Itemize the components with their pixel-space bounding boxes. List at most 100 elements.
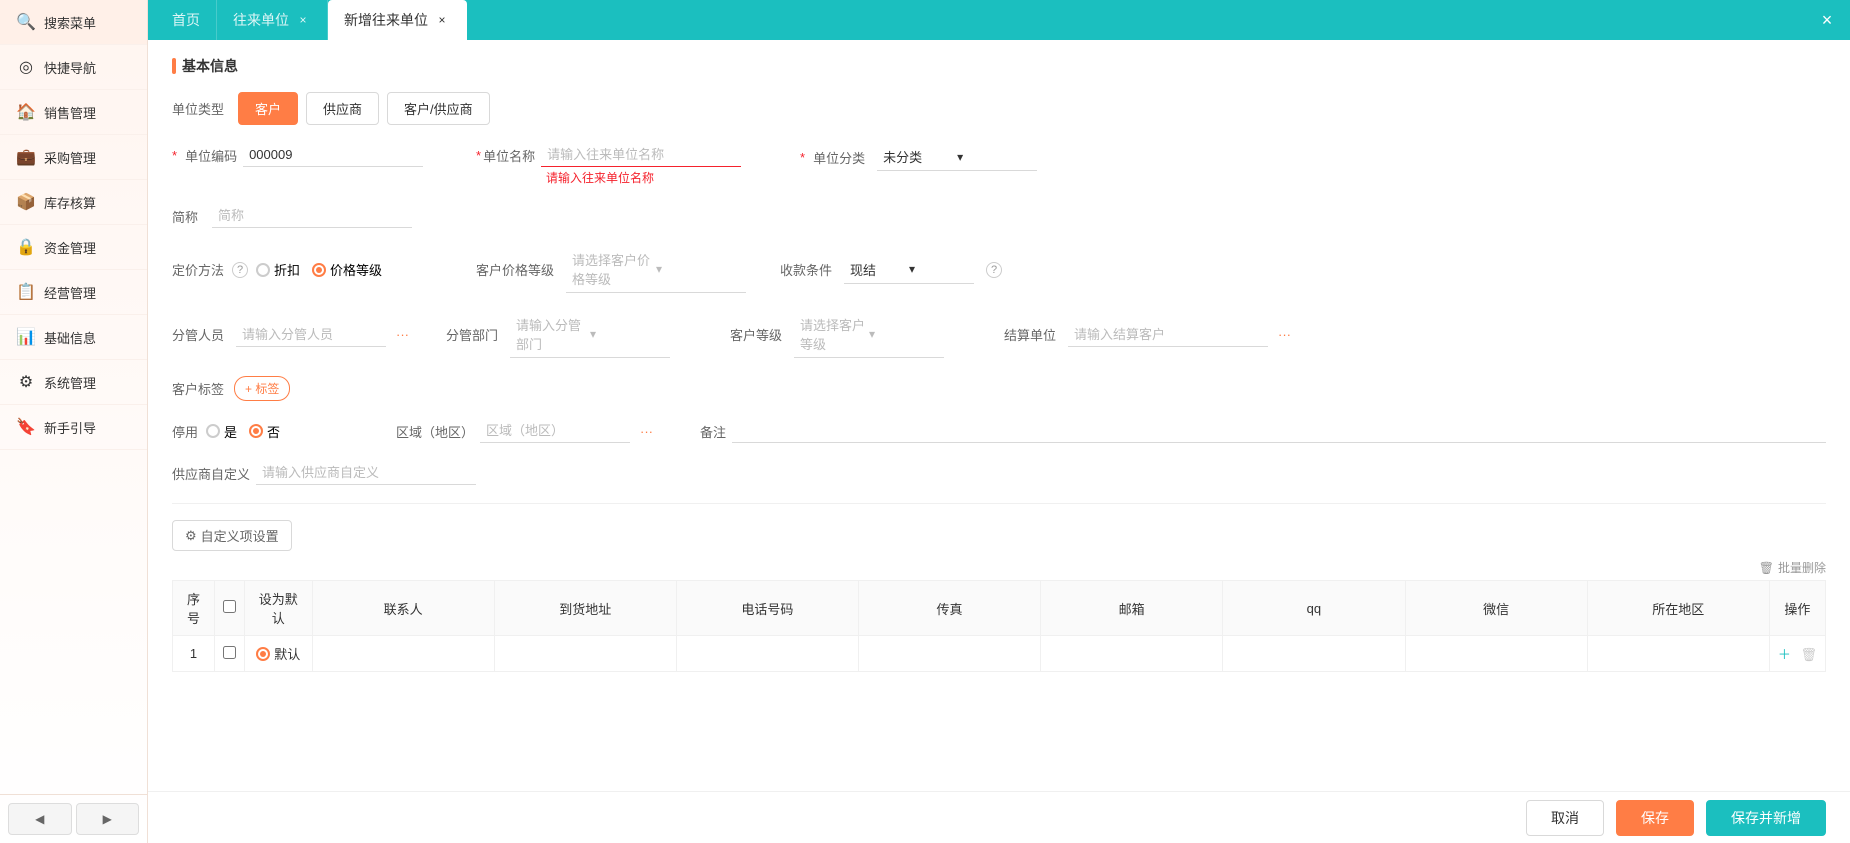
payment-terms-select[interactable]: 现结 ▾ [844, 256, 974, 284]
disable-no[interactable]: 否 [249, 422, 280, 441]
batch-delete-btn[interactable]: 🗑 批量删除 [1759, 559, 1826, 576]
sidebar-label-management: 经营管理 [44, 283, 96, 302]
email-input[interactable] [1049, 646, 1214, 661]
save-new-button[interactable]: 保存并新增 [1706, 800, 1826, 836]
sidebar-label-system: 系统管理 [44, 373, 96, 392]
cell-address[interactable] [494, 636, 676, 672]
unit-type-customer[interactable]: 客户 [238, 92, 298, 125]
disable-yes[interactable]: 是 [206, 422, 237, 441]
default-radio-item[interactable]: 默认 [253, 644, 303, 663]
wechat-input[interactable] [1414, 646, 1579, 661]
select-all-checkbox[interactable] [223, 600, 236, 613]
save-button[interactable]: 保存 [1616, 800, 1694, 836]
cell-phone[interactable] [676, 636, 858, 672]
unit-code-field: * 单位编码 [172, 143, 452, 167]
settlement-unit-more[interactable]: ··· [1274, 325, 1295, 344]
unit-category-select[interactable]: 未分类 ▾ [877, 143, 1037, 171]
fax-input[interactable] [867, 646, 1032, 661]
row-checkbox[interactable] [223, 646, 236, 659]
cell-action[interactable]: ＋ 🗑 [1769, 636, 1825, 672]
tab-partner-close[interactable]: × [295, 12, 311, 28]
disable-yes-radio[interactable] [206, 424, 220, 438]
col-fax: 传真 [858, 581, 1040, 636]
sidebar-item-management[interactable]: 📋 经营管理 [0, 270, 147, 315]
cell-fax[interactable] [858, 636, 1040, 672]
disable-no-radio[interactable] [249, 424, 263, 438]
default-radio[interactable] [256, 647, 270, 661]
pricing-discount-radio[interactable] [256, 263, 270, 277]
tab-new-partner[interactable]: 新增往来单位 × [328, 0, 467, 40]
cell-wechat[interactable] [1405, 636, 1587, 672]
sidebar-bottom-right[interactable]: ▶ [76, 803, 140, 835]
region-input[interactable] [480, 419, 630, 443]
customer-price-level-chevron: ▾ [656, 262, 740, 276]
sidebar-item-basic-info[interactable]: 📊 基础信息 [0, 315, 147, 360]
manager-label: 分管人员 [172, 325, 224, 344]
phone-input[interactable] [685, 646, 850, 661]
cell-contact[interactable] [312, 636, 494, 672]
pricing-price-level[interactable]: 价格等级 [312, 260, 382, 279]
cell-email[interactable] [1041, 636, 1223, 672]
cell-default[interactable]: 默认 [245, 636, 312, 672]
row-tag: 客户标签 + 标签 [172, 376, 1826, 401]
department-select[interactable]: 请输入分管部门 ▾ [510, 311, 670, 358]
manager-input[interactable] [236, 323, 386, 347]
tab-new-partner-close[interactable]: × [434, 12, 450, 28]
customer-price-level-label: 客户价格等级 [476, 260, 554, 279]
add-row-btn[interactable]: ＋ [1778, 647, 1791, 662]
sidebar-item-inventory[interactable]: 📦 库存核算 [0, 180, 147, 225]
short-name-input[interactable] [212, 204, 412, 228]
customer-price-level-select[interactable]: 请选择客户价格等级 ▾ [566, 246, 746, 293]
pricing-help-icon[interactable]: ? [232, 262, 248, 278]
settlement-unit-input[interactable] [1068, 323, 1268, 347]
sidebar-label-sales: 销售管理 [44, 103, 96, 122]
cell-qq[interactable] [1223, 636, 1405, 672]
disable-yes-label: 是 [224, 422, 237, 441]
sidebar-item-purchase[interactable]: 💼 采购管理 [0, 135, 147, 180]
department-chevron: ▾ [590, 327, 664, 341]
cell-checkbox[interactable] [215, 636, 245, 672]
sidebar-bottom-left[interactable]: ◀ [8, 803, 72, 835]
sidebar-item-sales[interactable]: 🏠 销售管理 [0, 90, 147, 135]
delete-row-btn[interactable]: 🗑 [1800, 647, 1817, 662]
col-checkbox[interactable] [215, 581, 245, 636]
col-default: 设为默认 [245, 581, 312, 636]
address-input[interactable] [503, 646, 668, 661]
unit-code-input[interactable] [243, 143, 423, 167]
tab-partner[interactable]: 往来单位 × [217, 0, 328, 40]
sidebar-item-finance[interactable]: 🔒 资金管理 [0, 225, 147, 270]
unit-name-input[interactable] [541, 143, 741, 167]
contact-input[interactable] [321, 646, 486, 661]
unit-type-supplier[interactable]: 供应商 [306, 92, 379, 125]
disable-no-label: 否 [267, 422, 280, 441]
sidebar-label-finance: 资金管理 [44, 238, 96, 257]
custom-settings-button[interactable]: ⚙ 自定义项设置 [172, 520, 292, 551]
sidebar-item-system[interactable]: ⚙ 系统管理 [0, 360, 147, 405]
customer-level-field: 客户等级 请选择客户等级 ▾ [730, 311, 980, 358]
pricing-discount[interactable]: 折扣 [256, 260, 300, 279]
supplier-custom-input[interactable] [256, 461, 476, 485]
tab-home[interactable]: 首页 [156, 0, 217, 40]
tab-bar-close-all[interactable]: × [1812, 10, 1842, 31]
region-cell-input[interactable] [1596, 646, 1761, 661]
payment-terms-chevron: ▾ [909, 262, 968, 276]
manager-more[interactable]: ··· [392, 325, 413, 344]
qq-input[interactable] [1231, 646, 1396, 661]
region-more[interactable]: ··· [636, 422, 657, 441]
cell-region[interactable] [1587, 636, 1769, 672]
unit-type-label: 单位类型 [172, 99, 224, 118]
pricing-price-level-radio[interactable] [312, 263, 326, 277]
unit-type-both[interactable]: 客户/供应商 [387, 92, 490, 125]
sidebar-label-purchase: 采购管理 [44, 148, 96, 167]
add-tag-button[interactable]: + 标签 [234, 376, 290, 401]
cancel-button[interactable]: 取消 [1526, 800, 1604, 836]
remark-label: 备注 [700, 422, 726, 441]
sidebar-item-search[interactable]: 🔍 搜索菜单 [0, 0, 147, 45]
remark-input[interactable] [732, 419, 1826, 443]
sidebar-item-guide[interactable]: 🔖 新手引导 [0, 405, 147, 450]
customer-level-select[interactable]: 请选择客户等级 ▾ [794, 311, 944, 358]
sidebar-label-inventory: 库存核算 [44, 193, 96, 212]
unit-code-label: 单位编码 [185, 146, 237, 165]
payment-help-icon[interactable]: ? [986, 262, 1002, 278]
sidebar-item-quick-nav[interactable]: ◎ 快捷导航 [0, 45, 147, 90]
